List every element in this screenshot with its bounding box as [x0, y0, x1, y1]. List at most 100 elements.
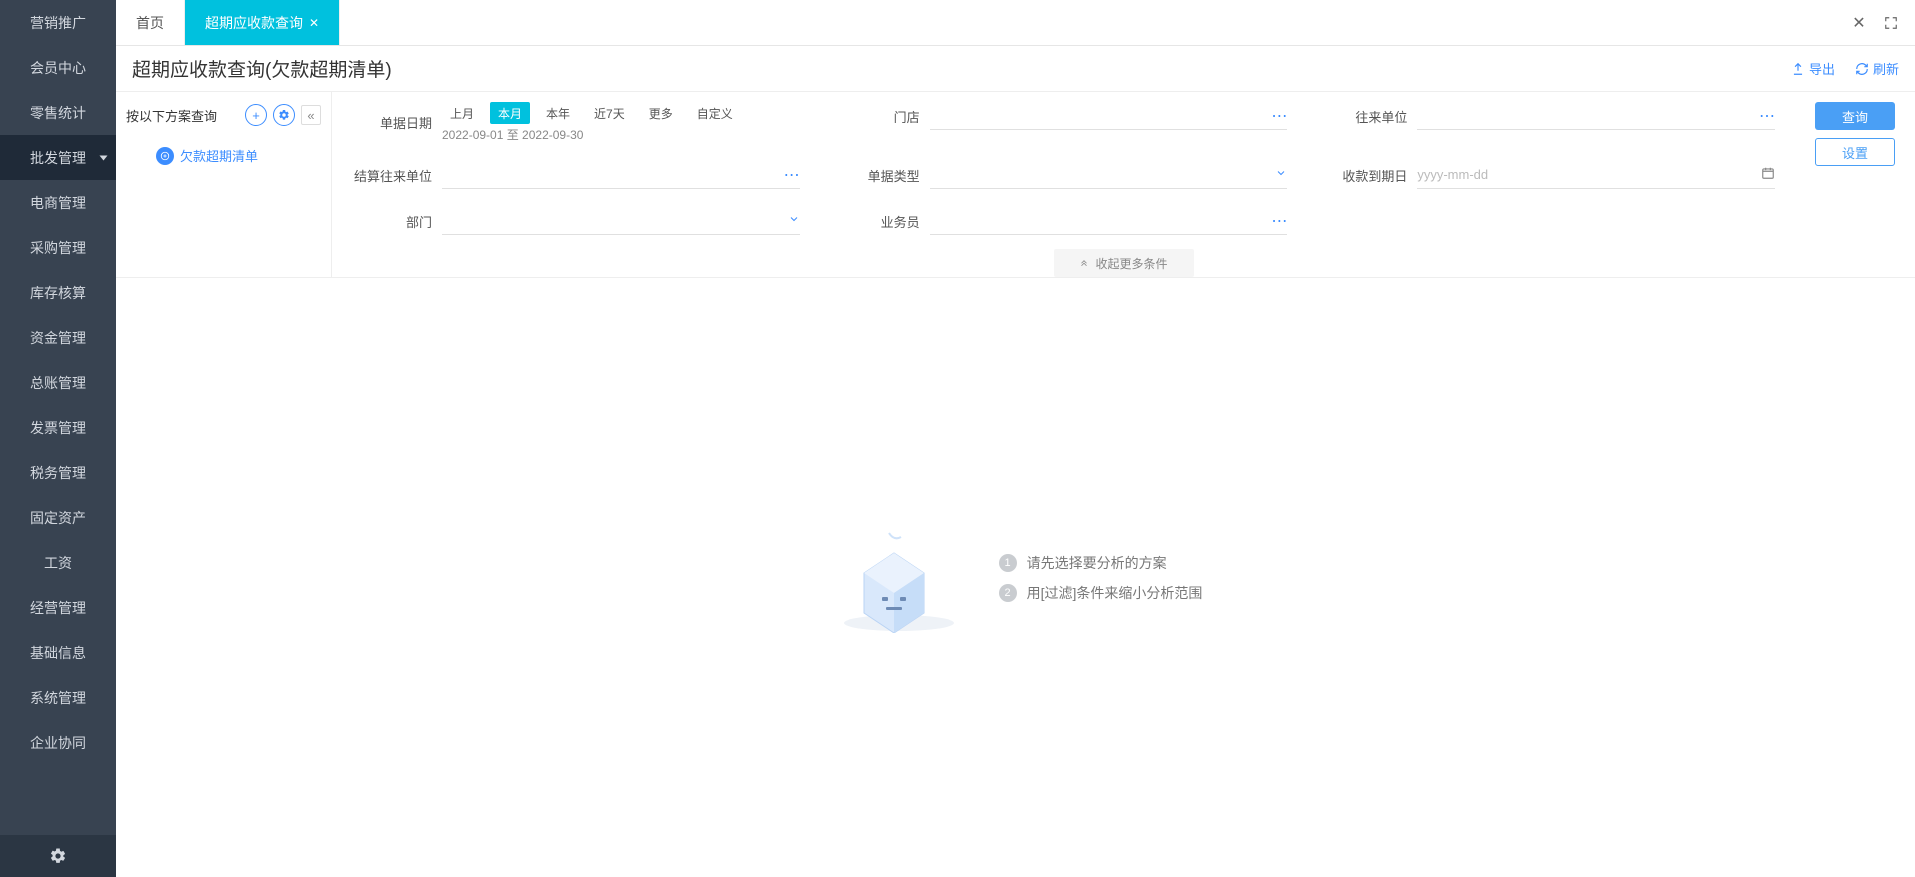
title-bar: 超期应收款查询(欠款超期清单) 导出 刷新	[116, 46, 1915, 92]
export-label: 导出	[1809, 59, 1835, 78]
sidebar-item-label: 采购管理	[30, 238, 86, 258]
more-icon: ⋯	[784, 165, 800, 185]
sidebar-item-member[interactable]: 会员中心	[0, 45, 116, 90]
scheme-item-overdue-list[interactable]: 欠款超期清单	[126, 140, 321, 171]
sidebar-item-label: 发票管理	[30, 418, 86, 438]
calendar-icon[interactable]	[1761, 166, 1775, 183]
fullscreen-icon	[1884, 16, 1898, 30]
empty-step-2: 2 用[过滤]条件来缩小分析范围	[999, 583, 1203, 603]
sidebar-item-funds[interactable]: 资金管理	[0, 315, 116, 360]
sidebar-item-label: 电商管理	[30, 193, 86, 213]
sidebar-item-label: 库存核算	[30, 283, 86, 303]
sidebar-item-retail-stats[interactable]: 零售统计	[0, 90, 116, 135]
scheme-settings-button[interactable]	[273, 104, 295, 126]
sidebar-item-collab[interactable]: 企业协同	[0, 720, 116, 765]
sidebar-item-salary[interactable]: 工资	[0, 540, 116, 585]
settings-label: 设置	[1842, 143, 1868, 162]
filter-label: 往来单位	[1327, 107, 1407, 126]
scheme-panel: 按以下方案查询 + « 欠款超期清单	[116, 92, 332, 277]
export-button[interactable]: 导出	[1791, 59, 1835, 78]
salesperson-picker[interactable]: ⋯	[930, 207, 1288, 235]
tab-home[interactable]: 首页	[116, 0, 185, 45]
more-icon: ⋯	[1271, 106, 1287, 126]
chevron-down-icon	[788, 213, 800, 228]
sidebar-item-label: 资金管理	[30, 328, 86, 348]
query-button[interactable]: 查询	[1815, 102, 1895, 130]
scheme-panel-header: 按以下方案查询 + «	[126, 104, 321, 126]
more-icon: ⋯	[1759, 106, 1775, 126]
settings-button[interactable]: 设置	[1815, 138, 1895, 166]
empty-steps: 1请先选择要分析的方案 2用[过滤]条件来缩小分析范围	[999, 543, 1203, 613]
scheme-item-label: 欠款超期清单	[180, 146, 258, 165]
tabs-bar: 首页 超期应收款查询 ✕ ✕	[116, 0, 1915, 46]
filter-doc-type: 单据类型	[840, 161, 1288, 189]
sidebar-item-label: 批发管理	[30, 148, 86, 168]
sidebar-item-label: 税务管理	[30, 463, 86, 483]
sidebar-item-ecommerce[interactable]: 电商管理	[0, 180, 116, 225]
close-icon[interactable]: ✕	[309, 16, 319, 30]
department-select[interactable]	[442, 207, 800, 235]
refresh-label: 刷新	[1873, 59, 1899, 78]
sidebar-item-procurement[interactable]: 采购管理	[0, 225, 116, 270]
date-chip-more[interactable]: 更多	[641, 102, 681, 124]
step-number-icon: 1	[999, 554, 1017, 572]
sidebar-item-label: 会员中心	[30, 58, 86, 78]
sidebar-item-invoice[interactable]: 发票管理	[0, 405, 116, 450]
sidebar-item-label: 总账管理	[30, 373, 86, 393]
date-chips: 上月 本月 本年 近7天 更多 自定义	[442, 102, 800, 124]
sidebar-item-ledger[interactable]: 总账管理	[0, 360, 116, 405]
sidebar-item-operation[interactable]: 经营管理	[0, 585, 116, 630]
sidebar-item-inventory[interactable]: 库存核算	[0, 270, 116, 315]
work-area: 按以下方案查询 + « 欠款超期清单 单据日期	[116, 92, 1915, 278]
step-text: 用[过滤]条件来缩小分析范围	[1027, 583, 1203, 603]
partner-picker[interactable]: ⋯	[1417, 102, 1775, 130]
filter-label: 门店	[840, 107, 920, 126]
filter-label: 收款到期日	[1327, 166, 1407, 185]
sidebar-settings-button[interactable]	[0, 835, 116, 877]
refresh-button[interactable]: 刷新	[1855, 59, 1899, 78]
sidebar: 营销推广 会员中心 零售统计 批发管理 电商管理 采购管理 库存核算 资金管理 …	[0, 0, 116, 877]
add-scheme-button[interactable]: +	[245, 104, 267, 126]
chevron-left-icon: «	[307, 108, 314, 123]
sidebar-item-label: 工资	[44, 553, 72, 573]
date-chip-last-month[interactable]: 上月	[442, 102, 482, 124]
store-picker[interactable]: ⋯	[930, 102, 1288, 130]
sidebar-item-tax[interactable]: 税务管理	[0, 450, 116, 495]
query-label: 查询	[1842, 107, 1868, 126]
tab-label: 超期应收款查询	[205, 13, 303, 33]
collapse-scheme-button[interactable]: «	[301, 105, 321, 125]
filter-store: 门店 ⋯	[840, 102, 1288, 130]
sidebar-item-label: 基础信息	[30, 643, 86, 663]
date-chip-this-month[interactable]: 本月	[490, 102, 530, 124]
collapse-conditions-button[interactable]: 收起更多条件	[1054, 249, 1194, 277]
date-chip-this-year[interactable]: 本年	[538, 102, 578, 124]
tab-close-button[interactable]: ✕	[1843, 0, 1875, 45]
due-date-input-wrapper	[1417, 161, 1775, 189]
sidebar-item-fixed-assets[interactable]: 固定资产	[0, 495, 116, 540]
gear-icon	[278, 109, 290, 121]
date-chip-last-7-days[interactable]: 近7天	[586, 102, 633, 124]
chevron-down-icon	[1275, 167, 1287, 182]
empty-illustration	[829, 523, 969, 633]
doc-type-select[interactable]	[930, 161, 1288, 189]
sidebar-item-label: 固定资产	[30, 508, 86, 528]
filter-label: 部门	[352, 212, 432, 231]
filter-doc-date: 单据日期 上月 本月 本年 近7天 更多 自定义 2022-09-01 至 20…	[352, 102, 800, 143]
sidebar-item-label: 系统管理	[30, 688, 86, 708]
main: 首页 超期应收款查询 ✕ ✕ 超期应收款查询(欠款超期清单) 导出 刷新 按以下…	[116, 0, 1915, 877]
sidebar-item-wholesale[interactable]: 批发管理	[0, 135, 116, 180]
sidebar-item-marketing[interactable]: 营销推广	[0, 0, 116, 45]
fullscreen-button[interactable]	[1875, 0, 1907, 45]
sidebar-item-label: 零售统计	[30, 103, 86, 123]
sidebar-scroll: 营销推广 会员中心 零售统计 批发管理 电商管理 采购管理 库存核算 资金管理 …	[0, 0, 116, 835]
step-number-icon: 2	[999, 584, 1017, 602]
sidebar-item-system[interactable]: 系统管理	[0, 675, 116, 720]
close-icon: ✕	[1852, 13, 1865, 33]
scheme-badge-icon	[156, 147, 174, 165]
sidebar-item-basic-info[interactable]: 基础信息	[0, 630, 116, 675]
date-chip-custom[interactable]: 自定义	[689, 102, 741, 124]
due-date-input[interactable]	[1417, 167, 1761, 182]
tab-overdue-receivable-query[interactable]: 超期应收款查询 ✕	[185, 0, 340, 45]
settle-partner-picker[interactable]: ⋯	[442, 161, 800, 189]
scheme-panel-title: 按以下方案查询	[126, 106, 217, 125]
